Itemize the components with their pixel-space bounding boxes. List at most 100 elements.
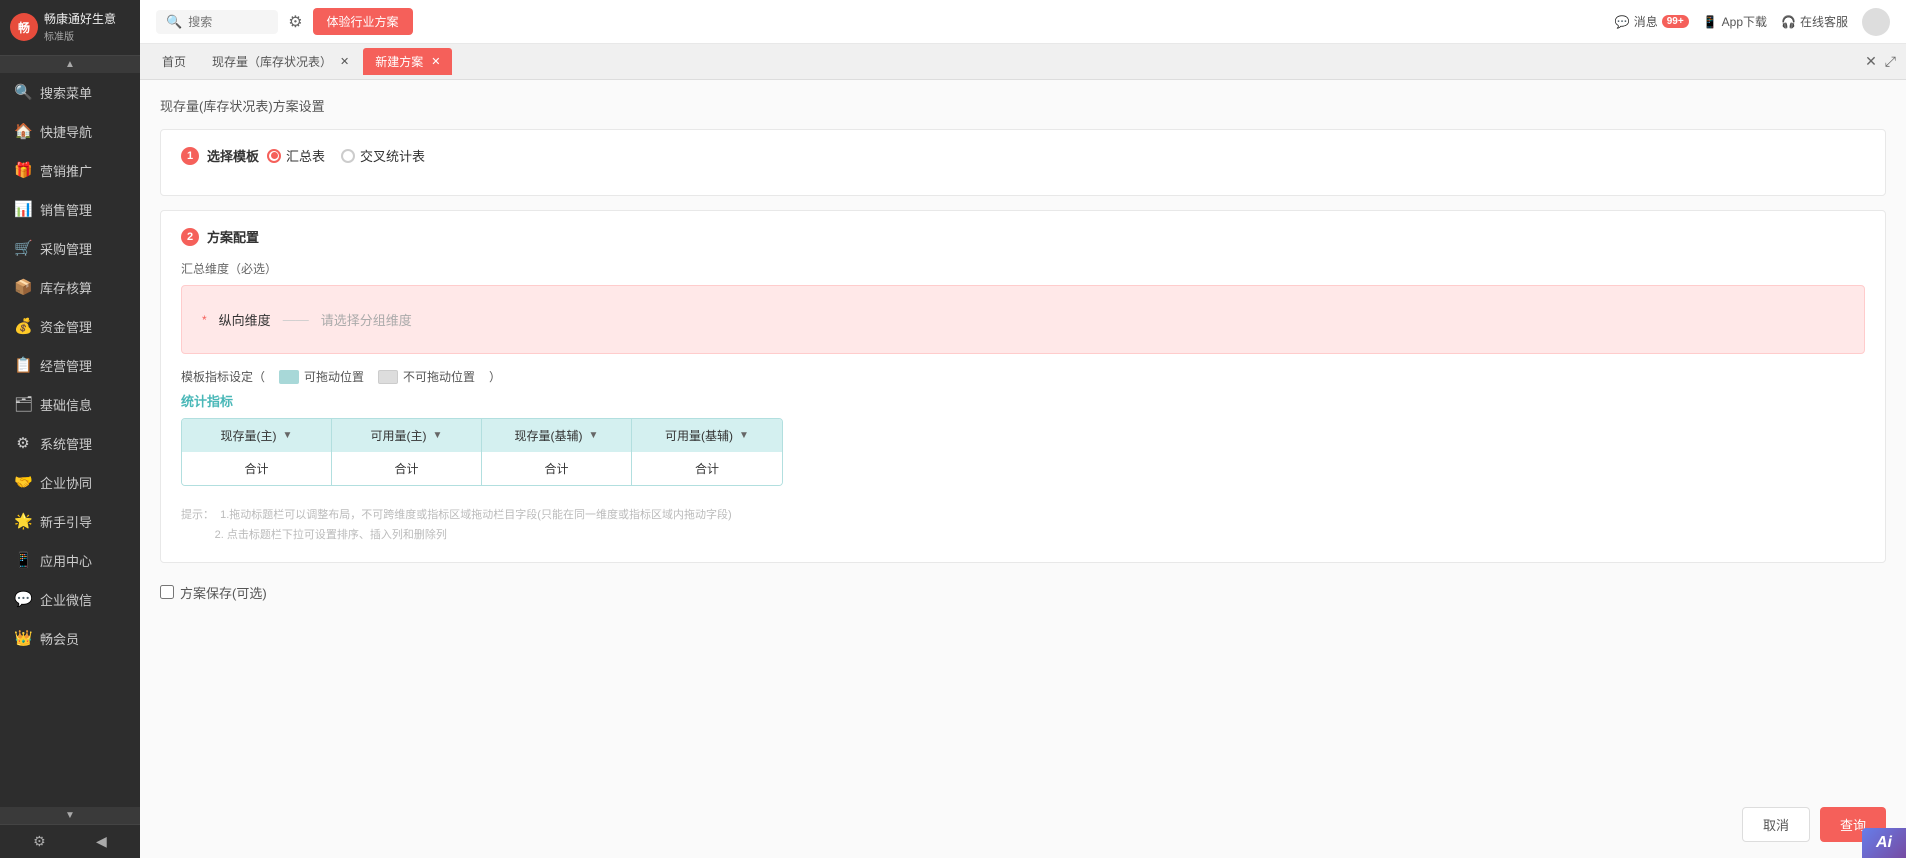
tab-inventory-status-close[interactable]: ✕ — [340, 55, 349, 68]
tab-new-plan[interactable]: 新建方案 ✕ — [363, 48, 452, 75]
crown-icon: 👑 — [14, 629, 32, 647]
tab-new-plan-close[interactable]: ✕ — [431, 55, 440, 68]
section2-title: 方案配置 — [207, 227, 259, 246]
radio-summary[interactable]: 汇总表 — [267, 146, 325, 165]
expand-window-button[interactable]: ⤢ — [1885, 53, 1896, 70]
section2-num: 2 — [181, 228, 199, 246]
sidebar-item-finance[interactable]: 💰 资金管理 — [0, 307, 140, 346]
save-row: 方案保存(可选) — [160, 583, 1886, 602]
col-body-0: 合计 — [182, 452, 332, 485]
col-body-2: 合计 — [482, 452, 632, 485]
sidebar-item-marketing[interactable]: 🎁 营销推广 — [0, 151, 140, 190]
sidebar-item-label: 资金管理 — [40, 317, 92, 336]
search-input[interactable] — [188, 15, 268, 29]
message-button[interactable]: 💬 消息 99+ — [1615, 13, 1689, 30]
dimension-box[interactable]: * 纵向维度 —— 请选择分组维度 — [181, 285, 1865, 354]
folder-icon: 🗂 — [14, 395, 32, 413]
headset-icon: 🎧 — [1781, 15, 1796, 29]
sidebar-item-appstore[interactable]: 📱 应用中心 — [0, 541, 140, 580]
draggable-indicator-box — [279, 370, 299, 384]
sidebar-item-purchase[interactable]: 🛒 采购管理 — [0, 229, 140, 268]
stats-table-body: 合计 合计 合计 合计 — [182, 452, 782, 485]
sidebar-item-guide[interactable]: 🌟 新手引导 — [0, 502, 140, 541]
sidebar-item-inventory[interactable]: 📦 库存核算 — [0, 268, 140, 307]
search-bar[interactable]: 🔍 — [156, 10, 278, 34]
sidebar-item-member[interactable]: 👑 畅会员 — [0, 619, 140, 658]
sidebar-item-wechat[interactable]: 💬 企业微信 — [0, 580, 140, 619]
section2-header: 2 方案配置 — [181, 227, 1865, 246]
box-icon: 📦 — [14, 278, 32, 296]
user-avatar[interactable] — [1862, 8, 1890, 36]
sidebar-footer: ⚙ ◀ — [0, 824, 140, 858]
section-choose-template: 1 选择模板 汇总表 交叉统计表 — [160, 129, 1886, 196]
app-name-block: 畅康通好生意 标准版 — [44, 12, 116, 43]
sidebar-item-quicknav[interactable]: 🏠 快捷导航 — [0, 112, 140, 151]
sidebar-item-basic[interactable]: 🗂 基础信息 — [0, 385, 140, 424]
col-header-1-label: 可用量(主) — [371, 427, 427, 444]
template-radio-group: 汇总表 交叉统计表 — [267, 146, 425, 165]
page-title: 现存量(库存状况表)方案设置 — [160, 96, 1886, 115]
fixed-indicator-box — [378, 370, 398, 384]
tab-home[interactable]: 首页 — [150, 48, 198, 75]
dim-placeholder: 请选择分组维度 — [321, 310, 412, 329]
sidebar-item-label: 经营管理 — [40, 356, 92, 375]
template-indicator-label: 模板指标设定（ — [181, 368, 265, 385]
save-checkbox[interactable] — [160, 585, 174, 599]
collapse-button[interactable]: ◀ — [96, 833, 107, 850]
sidebar-item-sales[interactable]: 📊 销售管理 — [0, 190, 140, 229]
tab-home-label: 首页 — [162, 53, 186, 70]
settings-icon[interactable]: ⚙ — [288, 12, 302, 32]
col-header-0[interactable]: 现存量(主) ▼ — [182, 419, 332, 452]
industry-plan-button[interactable]: 体验行业方案 — [313, 8, 413, 35]
section1-header: 1 选择模板 汇总表 交叉统计表 — [181, 146, 1865, 165]
col-header-1-chevron: ▼ — [433, 430, 443, 441]
close-window-button[interactable]: ✕ — [1865, 53, 1877, 70]
settings-button[interactable]: ⚙ — [33, 833, 46, 850]
col-header-0-chevron: ▼ — [283, 430, 293, 441]
customer-service-button[interactable]: 🎧 在线客服 — [1781, 13, 1848, 30]
sidebar-item-label: 畅会员 — [40, 629, 79, 648]
download-icon: 📱 — [1703, 15, 1718, 29]
indicator-fixed: 不可拖动位置 — [378, 368, 475, 385]
chart-icon: 📊 — [14, 200, 32, 218]
app-download-button[interactable]: 📱 App下载 — [1703, 13, 1767, 30]
sidebar-item-contract[interactable]: 🤝 企业协同 — [0, 463, 140, 502]
message-icon: 💬 — [1615, 15, 1630, 29]
sidebar-item-label: 应用中心 — [40, 551, 92, 570]
radio-cross[interactable]: 交叉统计表 — [341, 146, 425, 165]
col-header-2-chevron: ▼ — [589, 430, 599, 441]
col-header-0-label: 现存量(主) — [221, 427, 277, 444]
radio-cross-label: 交叉统计表 — [360, 146, 425, 165]
tab-inventory-status[interactable]: 现存量（库存状况表） ✕ — [200, 48, 361, 75]
sidebar: 畅 畅康通好生意 标准版 ▲ 🔍 搜索菜单 🏠 快捷导航 🎁 营销推广 📊 销售… — [0, 0, 140, 858]
section-plan-config: 2 方案配置 汇总维度（必选） * 纵向维度 —— 请选择分组维度 模板指标设定… — [160, 210, 1886, 563]
radio-cross-dot — [341, 149, 355, 163]
sidebar-item-system[interactable]: ⚙ 系统管理 — [0, 424, 140, 463]
sidebar-item-operations[interactable]: 📋 经营管理 — [0, 346, 140, 385]
main-content: 现存量(库存状况表)方案设置 1 选择模板 汇总表 交叉统计表 — [140, 80, 1906, 858]
topbar-right: 💬 消息 99+ 📱 App下载 🎧 在线客服 — [1615, 8, 1890, 36]
tip-1: 提示： 1.拖动标题栏可以调整布局，不可跨维度或指标区域拖动栏目字段(只能在同一… — [181, 506, 1865, 526]
indicator-draggable: 可拖动位置 — [279, 368, 364, 385]
radio-summary-dot — [267, 149, 281, 163]
sidebar-item-search[interactable]: 🔍 搜索菜单 — [0, 73, 140, 112]
stats-table-header: 现存量(主) ▼ 可用量(主) ▼ 现存量(基辅) ▼ 可用量(基辅) ▼ — [182, 419, 782, 452]
radio-summary-label: 汇总表 — [286, 146, 325, 165]
sidebar-scroll-up[interactable]: ▲ — [0, 56, 140, 73]
sidebar-item-label: 库存核算 — [40, 278, 92, 297]
sidebar-scroll-down[interactable]: ▼ — [0, 807, 140, 824]
app-version: 标准版 — [44, 28, 116, 43]
vertical-dim-label: 纵向维度 — [219, 310, 271, 329]
col-header-1[interactable]: 可用量(主) ▼ — [332, 419, 482, 452]
col-header-2[interactable]: 现存量(基辅) ▼ — [482, 419, 632, 452]
sidebar-item-label: 基础信息 — [40, 395, 92, 414]
search-icon: 🔍 — [14, 83, 32, 101]
sidebar-logo: 畅 畅康通好生意 标准版 — [0, 0, 140, 56]
fixed-label: 不可拖动位置 — [403, 368, 475, 385]
sidebar-item-label: 销售管理 — [40, 200, 92, 219]
col-header-3[interactable]: 可用量(基辅) ▼ — [632, 419, 782, 452]
sidebar-item-label: 企业协同 — [40, 473, 92, 492]
col-header-3-label: 可用量(基辅) — [665, 427, 733, 444]
handshake-icon: 🤝 — [14, 473, 32, 491]
cancel-button[interactable]: 取消 — [1742, 807, 1810, 842]
